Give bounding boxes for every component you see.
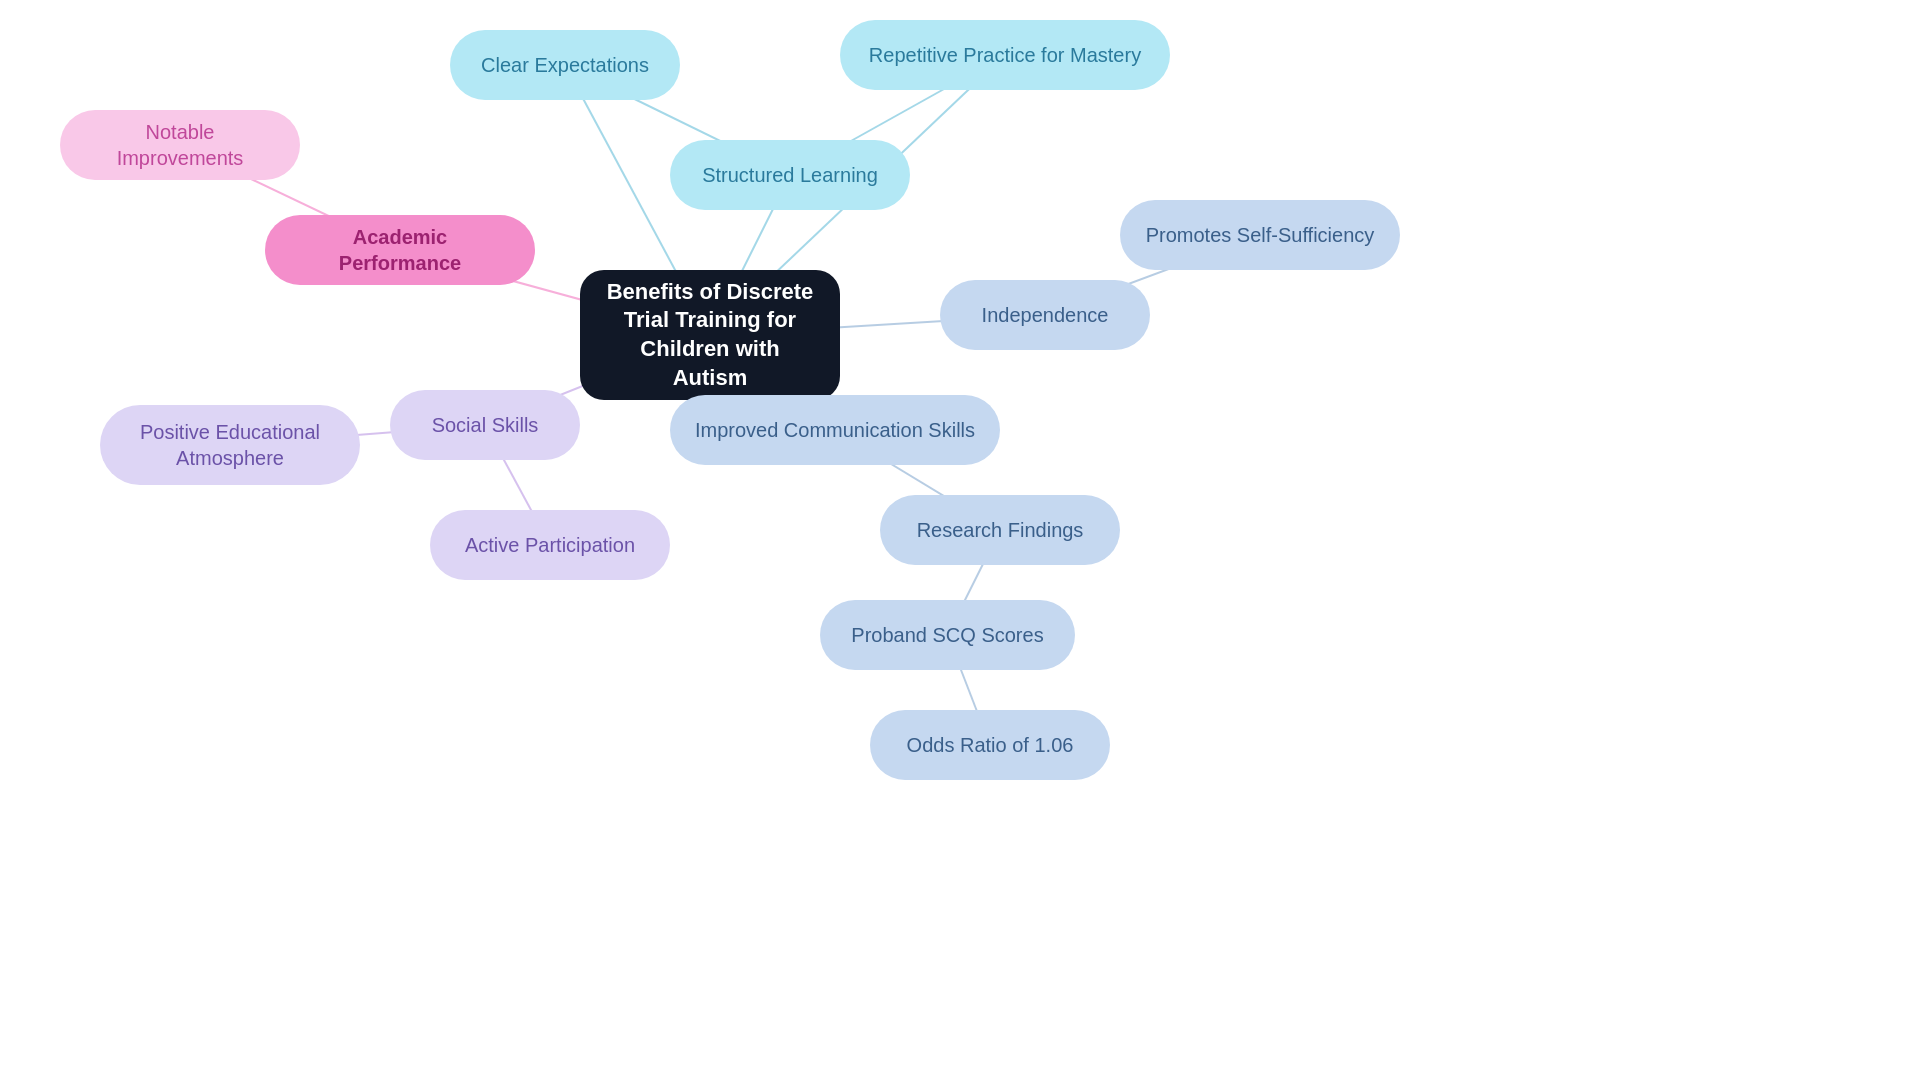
odds-ratio-node: Odds Ratio of 1.06 — [870, 710, 1110, 780]
structured-learning-node: Structured Learning — [670, 140, 910, 210]
promotes-self-sufficiency-node: Promotes Self-Sufficiency — [1120, 200, 1400, 270]
research-findings-node: Research Findings — [880, 495, 1120, 565]
proband-scq-node: Proband SCQ Scores — [820, 600, 1075, 670]
academic-performance-node: Academic Performance — [265, 215, 535, 285]
clear-expectations-node: Clear Expectations — [450, 30, 680, 100]
independence-node: Independence — [940, 280, 1150, 350]
center-node: Benefits of Discrete Trial Training for … — [580, 270, 840, 400]
repetitive-practice-node: Repetitive Practice for Mastery — [840, 20, 1170, 90]
improved-communication-node: Improved Communication Skills — [670, 395, 1000, 465]
active-participation-node: Active Participation — [430, 510, 670, 580]
social-skills-node: Social Skills — [390, 390, 580, 460]
positive-educational-node: Positive Educational Atmosphere — [100, 405, 360, 485]
notable-improvements-node: Notable Improvements — [60, 110, 300, 180]
